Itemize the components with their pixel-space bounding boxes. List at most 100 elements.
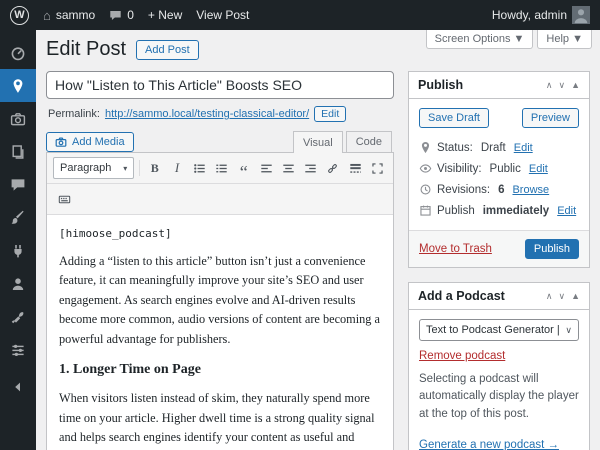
permalink-link[interactable]: http://sammo.local/testing-classical-edi… bbox=[105, 108, 309, 120]
sidebar-item-media[interactable] bbox=[0, 102, 36, 135]
editor-toolbar-row-2 bbox=[47, 184, 393, 215]
editor-column: Permalink: http://sammo.local/testing-cl… bbox=[46, 71, 394, 450]
fullscreen-button[interactable] bbox=[368, 157, 387, 179]
revisions-value: 6 bbox=[498, 184, 504, 196]
align-left-icon bbox=[260, 162, 273, 175]
align-left-button[interactable] bbox=[256, 157, 275, 179]
edit-status-link[interactable]: Edit bbox=[514, 142, 533, 154]
sidebar-item-tools[interactable] bbox=[0, 300, 36, 333]
site-name-link[interactable]: ⌂ sammo bbox=[43, 8, 95, 23]
paragraph-format-select[interactable]: Paragraph ▾ bbox=[53, 157, 134, 179]
comments-admin-link[interactable]: 0 bbox=[109, 8, 134, 22]
add-podcast-metabox: Add a Podcast ∧ ∨ ▲ Text to Podcast Gene… bbox=[408, 282, 590, 450]
help-button[interactable]: Help ▼ bbox=[537, 30, 592, 49]
publish-button[interactable]: Publish bbox=[525, 239, 579, 259]
link-icon bbox=[326, 162, 339, 175]
post-title-input[interactable] bbox=[46, 71, 394, 99]
add-media-button[interactable]: Add Media bbox=[46, 132, 134, 152]
sidebar-item-pages[interactable] bbox=[0, 135, 36, 168]
admin-bar-left: W ⌂ sammo 0 + New View Post bbox=[10, 6, 249, 25]
remove-podcast-link[interactable]: Remove podcast bbox=[419, 350, 505, 362]
align-center-button[interactable] bbox=[279, 157, 298, 179]
permalink-row: Permalink: http://sammo.local/testing-cl… bbox=[48, 106, 394, 122]
site-name-label: sammo bbox=[56, 8, 95, 22]
editor-mode-tabs: Visual Code bbox=[293, 131, 392, 152]
blockquote-button[interactable]: “ bbox=[234, 157, 253, 179]
sidebar-item-settings[interactable] bbox=[0, 333, 36, 366]
align-center-icon bbox=[282, 162, 295, 175]
publish-time-label: Publish bbox=[437, 205, 475, 217]
pages-icon bbox=[10, 144, 26, 160]
publish-metabox-body: Save Draft Preview Status: Draft Edit bbox=[409, 99, 589, 267]
bulleted-list-button[interactable] bbox=[190, 157, 209, 179]
home-icon: ⌂ bbox=[43, 8, 51, 23]
edit-permalink-button[interactable]: Edit bbox=[314, 106, 346, 122]
generate-podcast-link[interactable]: Generate a new podcast → bbox=[419, 439, 559, 450]
format-select-value: Paragraph bbox=[60, 162, 111, 174]
screen-options-button[interactable]: Screen Options ▼ bbox=[426, 30, 534, 49]
content-paragraph: Adding a “listen to this article” button… bbox=[59, 252, 381, 349]
save-draft-button[interactable]: Save Draft bbox=[419, 108, 489, 128]
podcast-select[interactable]: Text to Podcast Generator | AI Podca ∨ bbox=[419, 319, 579, 341]
keyboard-shortcuts-button[interactable] bbox=[53, 188, 75, 210]
permalink-label: Permalink: bbox=[48, 108, 100, 120]
tab-visual[interactable]: Visual bbox=[293, 131, 343, 153]
keyboard-icon bbox=[58, 193, 71, 206]
plugins-plug-icon bbox=[10, 243, 26, 259]
bulleted-list-icon bbox=[193, 162, 206, 175]
sidebar-item-dashboard[interactable] bbox=[0, 36, 36, 69]
insert-more-tag-button[interactable] bbox=[345, 157, 364, 179]
more-tag-icon bbox=[349, 162, 362, 175]
collapse-menu-button[interactable] bbox=[0, 370, 36, 403]
bold-button[interactable]: B bbox=[145, 157, 164, 179]
move-to-trash-link[interactable]: Move to Trash bbox=[419, 243, 492, 255]
toggle-panel-icon[interactable]: ▲ bbox=[571, 81, 580, 90]
post-content-editable[interactable]: [himoose_podcast] Adding a “listen to th… bbox=[47, 215, 393, 450]
browse-revisions-link[interactable]: Browse bbox=[512, 184, 549, 196]
sidebar-item-plugins[interactable] bbox=[0, 234, 36, 267]
podcast-select-value: Text to Podcast Generator | AI Podca bbox=[426, 324, 561, 336]
edit-publish-time-link[interactable]: Edit bbox=[557, 205, 576, 217]
status-pin-icon bbox=[419, 141, 432, 154]
sidebar-item-posts[interactable] bbox=[0, 69, 36, 102]
sidebar-item-comments[interactable] bbox=[0, 168, 36, 201]
publish-actions-row: Save Draft Preview bbox=[419, 108, 579, 128]
wordpress-menu[interactable]: W bbox=[10, 6, 29, 25]
numbered-list-button[interactable] bbox=[212, 157, 231, 179]
wordpress-edit-post-screen: W ⌂ sammo 0 + New View Post Howdy, admin bbox=[0, 0, 600, 450]
preview-button[interactable]: Preview bbox=[522, 108, 579, 128]
toggle-panel-icon[interactable]: ▲ bbox=[571, 292, 580, 301]
publish-metabox-header[interactable]: Publish ∧ ∨ ▲ bbox=[409, 72, 589, 99]
posts-pin-icon bbox=[10, 78, 26, 94]
edit-visibility-link[interactable]: Edit bbox=[529, 163, 548, 175]
move-up-icon[interactable]: ∧ bbox=[546, 81, 553, 90]
add-post-button[interactable]: Add Post bbox=[136, 40, 199, 60]
side-column: Publish ∧ ∨ ▲ Save Draft Preview bbox=[408, 71, 590, 450]
podcast-metabox-header[interactable]: Add a Podcast ∧ ∨ ▲ bbox=[409, 283, 589, 310]
new-content-menu[interactable]: + New bbox=[148, 8, 182, 22]
visibility-value: Public bbox=[490, 163, 521, 175]
sidebar-item-appearance[interactable] bbox=[0, 201, 36, 234]
insert-link-button[interactable] bbox=[323, 157, 342, 179]
tab-code[interactable]: Code bbox=[346, 131, 392, 152]
tools-wrench-icon bbox=[10, 309, 26, 325]
move-down-icon[interactable]: ∨ bbox=[558, 292, 565, 301]
editor-toolbar-row-1: Paragraph ▾ B I “ bbox=[47, 153, 393, 184]
podcast-metabox-body: Text to Podcast Generator | AI Podca ∨ R… bbox=[409, 310, 589, 450]
publish-time-value: immediately bbox=[483, 205, 549, 217]
view-post-link[interactable]: View Post bbox=[196, 8, 249, 22]
post-revisions-row: Revisions: 6 Browse bbox=[419, 179, 579, 200]
comments-count: 0 bbox=[127, 8, 134, 22]
screen-meta-links: Screen Options ▼ Help ▼ bbox=[426, 30, 592, 49]
align-right-button[interactable] bbox=[301, 157, 320, 179]
move-up-icon[interactable]: ∧ bbox=[546, 292, 553, 301]
post-schedule-row: Publish immediately Edit bbox=[419, 200, 579, 221]
editor-tools-row: Add Media Visual Code bbox=[46, 131, 394, 152]
sidebar-item-users[interactable] bbox=[0, 267, 36, 300]
move-down-icon[interactable]: ∨ bbox=[558, 81, 565, 90]
content-heading: 1. Longer Time on Page bbox=[59, 362, 381, 378]
my-account-menu[interactable]: Howdy, admin bbox=[492, 6, 590, 24]
italic-button[interactable]: I bbox=[167, 157, 186, 179]
admin-sidebar-menu bbox=[0, 30, 36, 450]
users-icon bbox=[10, 276, 26, 292]
